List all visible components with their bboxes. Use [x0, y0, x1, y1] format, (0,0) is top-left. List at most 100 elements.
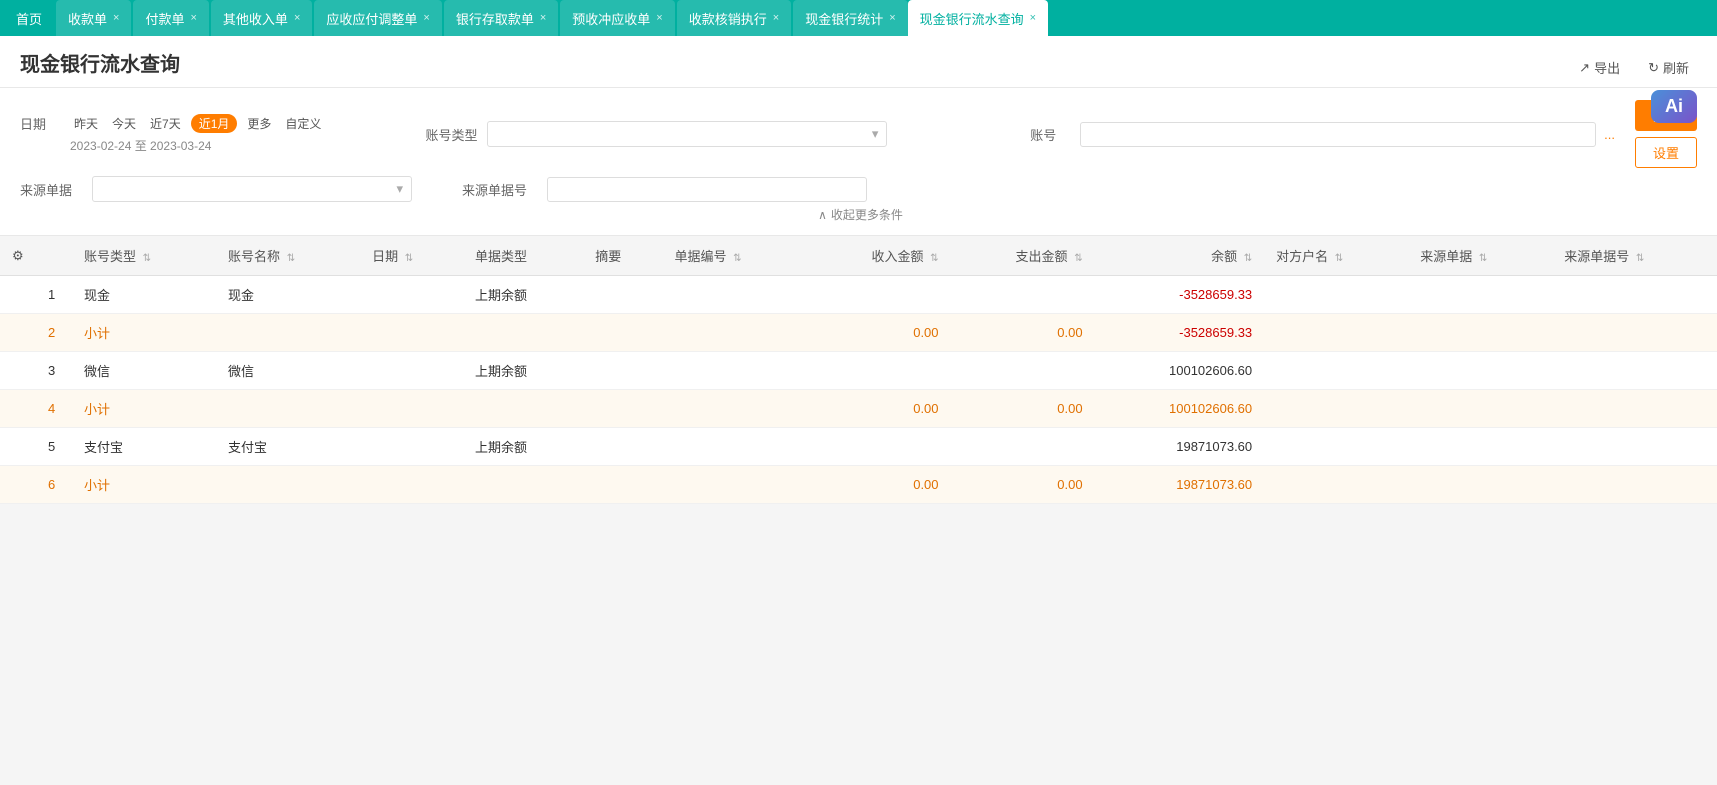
close-icon[interactable]: ×: [423, 12, 429, 24]
date-chip-custom[interactable]: 自定义: [281, 114, 325, 133]
ai-badge[interactable]: Ai: [1651, 90, 1697, 123]
table-container: ⚙ 账号类型 ⇅ 账号名称 ⇅ 日期 ⇅ 单据类型: [0, 236, 1717, 504]
row-expense-cell: [951, 352, 1095, 390]
row-counterparty-cell: [1264, 466, 1408, 504]
table-row[interactable]: 3微信微信上期余额100102606.60: [0, 352, 1717, 390]
date-chip-yesterday[interactable]: 昨天: [70, 114, 102, 133]
row-account-name-cell: [216, 390, 360, 428]
date-filter-group: 昨天 今天 近7天 近1月 更多 自定义 2023-02-24 至 2023-0…: [70, 114, 325, 154]
col-account-type[interactable]: 账号类型 ⇅: [72, 236, 216, 276]
row-source-doc-no-cell: [1552, 466, 1717, 504]
row-account-name-cell: [216, 466, 360, 504]
row-doc-no-cell: [662, 428, 806, 466]
row-no-cell: 1: [36, 276, 72, 314]
nav-tab-flow-query[interactable]: 现金银行流水查询 ×: [908, 0, 1048, 36]
row-doc-no-cell: [662, 352, 806, 390]
close-icon[interactable]: ×: [656, 12, 662, 24]
date-chip-today[interactable]: 今天: [108, 114, 140, 133]
export-icon: ↗: [1579, 60, 1590, 76]
top-navigation: 首页 收款单 × 付款单 × 其他收入单 × 应收应付调整单 × 银行存取款单 …: [0, 0, 1717, 36]
row-summary-cell: [583, 428, 662, 466]
date-chip-1month[interactable]: 近1月: [191, 114, 238, 133]
close-icon[interactable]: ×: [773, 12, 779, 24]
row-account-type-cell: 现金: [72, 276, 216, 314]
row-date-cell: [360, 314, 463, 352]
col-counterparty-label: 对方户名: [1276, 249, 1328, 264]
col-account-name[interactable]: 账号名称 ⇅: [216, 236, 360, 276]
row-doc-no-cell: [662, 466, 806, 504]
nav-tab-ar-ap-adj[interactable]: 应收应付调整单 ×: [314, 0, 441, 36]
close-icon[interactable]: ×: [294, 12, 300, 24]
close-icon[interactable]: ×: [540, 12, 546, 24]
col-date-label: 日期: [372, 249, 398, 264]
prepay-tab-label: 预收冲应收单: [572, 9, 650, 28]
col-doc-no[interactable]: 单据编号 ⇅: [662, 236, 806, 276]
row-counterparty-cell: [1264, 352, 1408, 390]
close-icon[interactable]: ×: [889, 12, 895, 24]
table-row[interactable]: 6小计0.000.0019871073.60: [0, 466, 1717, 504]
row-counterparty-cell: [1264, 390, 1408, 428]
col-summary: 摘要: [583, 236, 662, 276]
row-source-doc-no-cell: [1552, 314, 1717, 352]
close-icon[interactable]: ×: [113, 12, 119, 24]
flow-query-tab-label: 现金银行流水查询: [920, 9, 1024, 28]
table-row[interactable]: 5支付宝支付宝上期余额19871073.60: [0, 428, 1717, 466]
date-chip-7days[interactable]: 近7天: [146, 114, 185, 133]
refresh-button[interactable]: ↻ 刷新: [1640, 54, 1697, 81]
filter-area: 日期 昨天 今天 近7天 近1月 更多 自定义 2023-02-24 至 202…: [0, 88, 1717, 236]
col-expense[interactable]: 支出金额 ⇅: [951, 236, 1095, 276]
row-date-cell: [360, 466, 463, 504]
nav-tab-payment[interactable]: 付款单 ×: [133, 0, 208, 36]
export-button[interactable]: ↗ 导出: [1571, 54, 1628, 81]
gear-icon: ⚙: [12, 248, 24, 263]
col-source-doc-no[interactable]: 来源单据号 ⇅: [1552, 236, 1717, 276]
source-doc-select[interactable]: ▾: [92, 176, 412, 202]
col-balance[interactable]: 余额 ⇅: [1095, 236, 1265, 276]
header-actions: ↗ 导出 ↻ 刷新: [1571, 54, 1697, 81]
more-options-button[interactable]: ...: [1604, 127, 1615, 142]
row-doc-type-cell: [463, 314, 583, 352]
table-row[interactable]: 2小计0.000.00-3528659.33: [0, 314, 1717, 352]
row-doc-type-cell: 上期余额: [463, 428, 583, 466]
nav-tab-bank-deposit[interactable]: 银行存取款单 ×: [444, 0, 558, 36]
date-chip-more[interactable]: 更多: [243, 114, 275, 133]
col-settings[interactable]: ⚙: [0, 236, 36, 276]
nav-tab-verify[interactable]: 收款核销执行 ×: [677, 0, 791, 36]
col-doc-type[interactable]: 单据类型: [463, 236, 583, 276]
col-balance-label: 余额: [1211, 249, 1237, 264]
row-income-cell: [806, 352, 950, 390]
nav-tab-other-income[interactable]: 其他收入单 ×: [211, 0, 312, 36]
row-source-doc-no-cell: [1552, 352, 1717, 390]
nav-tab-receipt[interactable]: 收款单 ×: [56, 0, 131, 36]
col-source-doc[interactable]: 来源单据 ⇅: [1408, 236, 1552, 276]
nav-tab-prepay[interactable]: 预收冲应收单 ×: [560, 0, 674, 36]
verify-tab-label: 收款核销执行: [689, 9, 767, 28]
nav-tab-home[interactable]: 首页: [4, 0, 54, 36]
source-doc-label: 来源单据: [20, 180, 72, 199]
nav-tab-stats[interactable]: 现金银行统计 ×: [793, 0, 907, 36]
table-row[interactable]: 4小计0.000.00100102606.60: [0, 390, 1717, 428]
account-input[interactable]: [1080, 122, 1596, 147]
close-icon[interactable]: ×: [1030, 12, 1036, 24]
col-income-label: 收入金额: [872, 249, 924, 264]
col-income[interactable]: 收入金额 ⇅: [806, 236, 950, 276]
sort-icon-source-doc: ⇅: [1479, 253, 1487, 264]
row-no-cell: 6: [36, 466, 72, 504]
refresh-label: 刷新: [1663, 58, 1689, 77]
col-counterparty[interactable]: 对方户名 ⇅: [1264, 236, 1408, 276]
close-icon[interactable]: ×: [190, 12, 196, 24]
row-settings-cell: [0, 352, 36, 390]
account-type-select[interactable]: ▾: [487, 121, 887, 147]
row-account-name-cell: [216, 314, 360, 352]
table-row[interactable]: 1现金现金上期余额-3528659.33: [0, 276, 1717, 314]
row-balance-cell: -3528659.33: [1095, 314, 1265, 352]
col-date[interactable]: 日期 ⇅: [360, 236, 463, 276]
collapse-bar[interactable]: ∧ 收起更多条件: [20, 202, 1697, 223]
data-table: ⚙ 账号类型 ⇅ 账号名称 ⇅ 日期 ⇅ 单据类型: [0, 236, 1717, 504]
page-title: 现金银行流水查询: [20, 48, 180, 87]
sort-icon-expense: ⇅: [1074, 253, 1082, 264]
settings-button[interactable]: 设置: [1635, 137, 1697, 168]
row-doc-no-cell: [662, 276, 806, 314]
source-doc-no-input[interactable]: [547, 177, 867, 202]
col-account-type-label: 账号类型: [84, 249, 136, 264]
